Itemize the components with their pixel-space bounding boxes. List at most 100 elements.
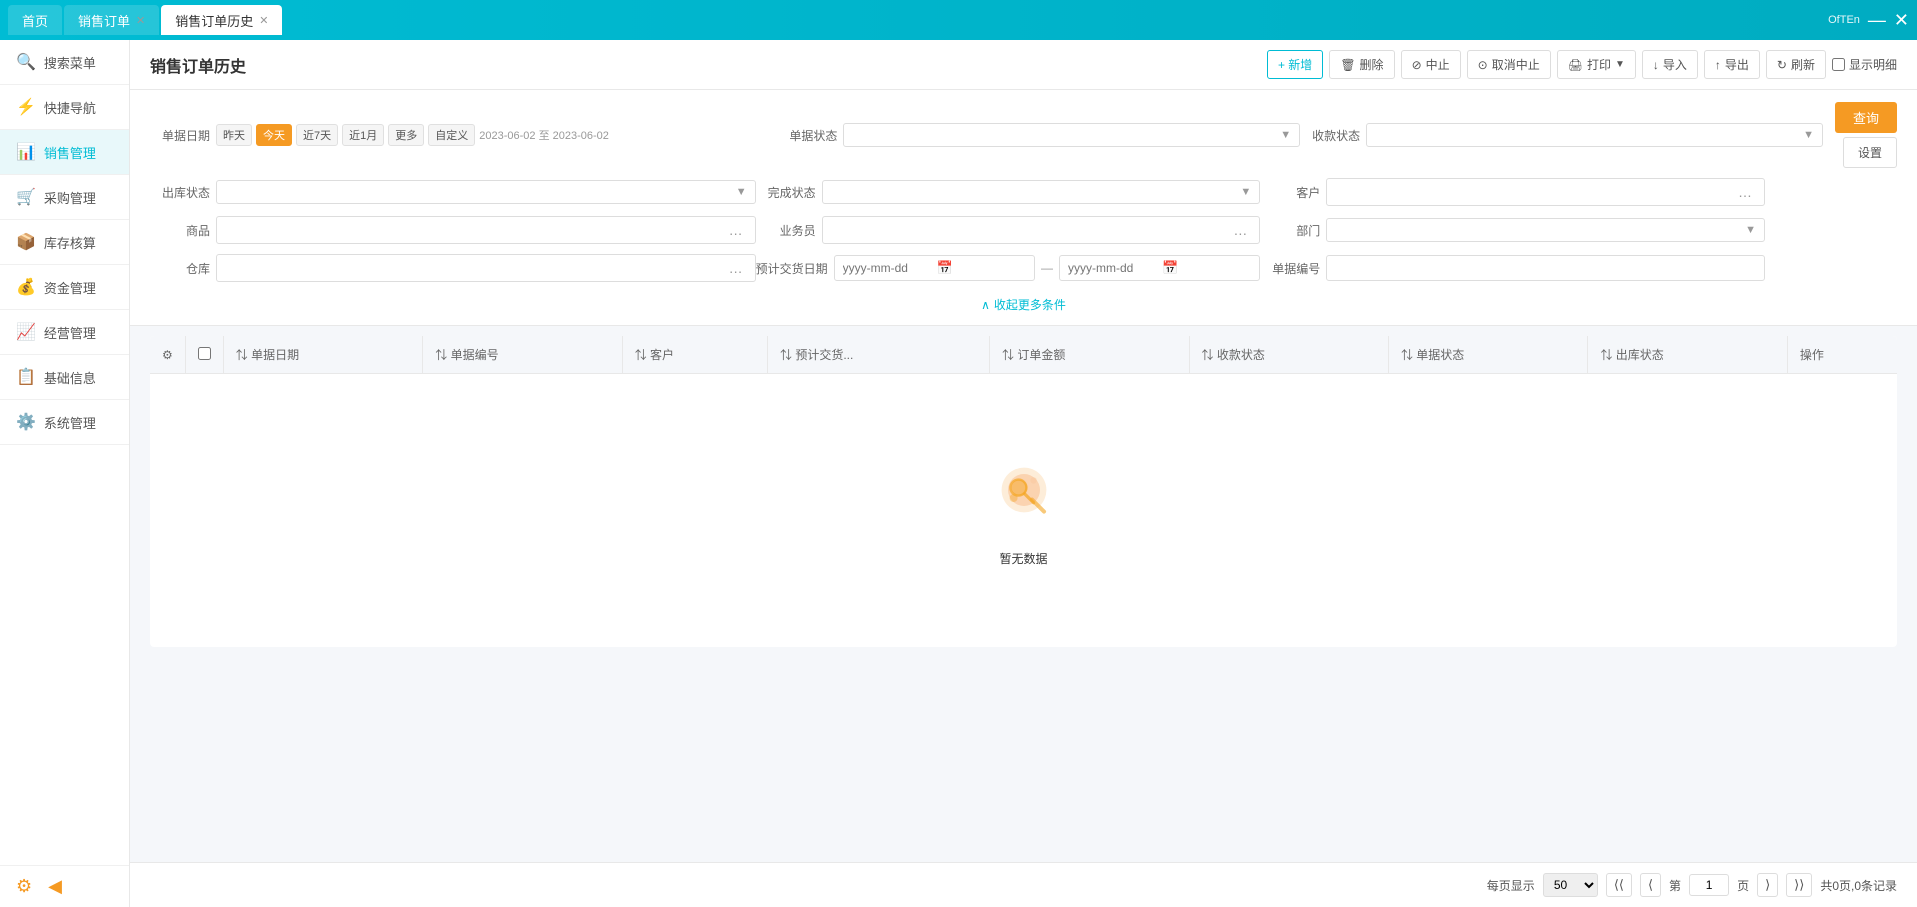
filter-row-4: 仓库 … 预计交货日期 📅 — 📅 [150, 254, 1897, 282]
filter-goods-select[interactable]: … [216, 216, 756, 244]
tab-sales-order-close[interactable]: ✕ [136, 14, 145, 27]
sidebar-bottom: ⚙ ◀ [0, 865, 129, 907]
th-receipt-status[interactable]: ⇅ 收款状态 [1189, 336, 1388, 374]
display-detail-checkbox[interactable]: 显示明细 [1832, 56, 1897, 73]
tab-sales-order[interactable]: 销售订单 ✕ [64, 5, 159, 35]
filter-out-status-select[interactable]: ▼ [216, 180, 756, 204]
sidebar-item-purchase-mgmt[interactable]: 🛒 采购管理 [0, 175, 129, 220]
first-page-button[interactable]: ⟨⟨ [1606, 873, 1632, 897]
sidebar-settings-icon[interactable]: ⚙ [16, 876, 32, 897]
delete-button-label: 删除 [1360, 56, 1384, 73]
filter-goods-dots[interactable]: … [725, 222, 747, 238]
th-customer[interactable]: ⇅ 客户 [622, 336, 767, 374]
sidebar-item-basic-info[interactable]: 📋 基础信息 [0, 355, 129, 400]
display-detail-input[interactable] [1832, 58, 1845, 71]
sidebar-item-finance[interactable]: 💰 资金管理 [0, 265, 129, 310]
th-bill-status[interactable]: ⇅ 单据状态 [1388, 336, 1587, 374]
filter-delivery-date-label: 预计交货日期 [756, 260, 828, 277]
sidebar-collapse-icon[interactable]: ◀ [48, 876, 62, 897]
last-page-button[interactable]: ⟩⟩ [1786, 873, 1812, 897]
filter-dept-select[interactable]: ▼ [1326, 218, 1765, 242]
stop-button[interactable]: ⊘ 中止 [1401, 50, 1461, 79]
content: 销售订单历史 + 新增 🗑 删除 ⊘ 中止 ⊙ 取消中止 🖨 [130, 40, 1917, 907]
prev-page-button[interactable]: ⟨ [1640, 873, 1661, 897]
filter-complete-status-arrow: ▼ [1240, 186, 1251, 198]
refresh-button[interactable]: ↻ 刷新 [1766, 50, 1826, 79]
filter-warehouse-select[interactable]: … [216, 254, 756, 282]
print-button[interactable]: 🖨 打印 ▼ [1557, 50, 1636, 79]
filter-bill-no-input[interactable] [1326, 255, 1765, 281]
sidebar-item-system[interactable]: ⚙️ 系统管理 [0, 400, 129, 445]
date-chip-today[interactable]: 今天 [256, 124, 292, 146]
tab-sales-order-history[interactable]: 销售订单历史 ✕ [161, 5, 282, 35]
date-chip-custom[interactable]: 自定义 [428, 124, 475, 146]
delivery-date-end-calendar[interactable]: 📅 [1162, 260, 1178, 276]
date-chip-7days[interactable]: 近7天 [296, 124, 338, 146]
export-button[interactable]: ↑ 导出 [1704, 50, 1760, 79]
th-order-amount[interactable]: ⇅ 订单金额 [990, 336, 1189, 374]
filter-dept: 部门 ▼ [1260, 218, 1765, 242]
date-chip-more[interactable]: 更多 [388, 124, 424, 146]
page-size-select[interactable]: 50 10 20 100 [1543, 873, 1598, 897]
cancel-stop-button[interactable]: ⊙ 取消中止 [1467, 50, 1551, 79]
date-range-text: 2023-06-02 至 2023-06-02 [479, 127, 609, 143]
filter-out-status-arrow: ▼ [736, 186, 747, 198]
system-icon: ⚙️ [16, 412, 36, 432]
th-settings[interactable]: ⚙ [150, 336, 185, 374]
filter-salesperson-select[interactable]: … [822, 216, 1261, 244]
filter-warehouse-dots[interactable]: … [725, 260, 747, 276]
stop-icon: ⊘ [1412, 58, 1422, 72]
th-checkbox[interactable] [185, 336, 223, 374]
sidebar-item-sales-mgmt[interactable]: 📊 销售管理 [0, 130, 129, 175]
sidebar-item-search-menu[interactable]: 🔍 搜索菜单 [0, 40, 129, 85]
sidebar-item-inventory[interactable]: 📦 库存核算 [0, 220, 129, 265]
new-button[interactable]: + 新增 [1267, 50, 1323, 79]
filter-bill-no: 单据编号 [1260, 255, 1765, 281]
date-chip-1month[interactable]: 近1月 [342, 124, 384, 146]
delivery-date-end-input[interactable] [1068, 261, 1158, 275]
refresh-icon: ↻ [1777, 58, 1787, 72]
import-button[interactable]: ↓ 导入 [1642, 50, 1698, 79]
sidebar-item-operations-label: 经营管理 [44, 323, 96, 342]
page-label: 第 [1669, 877, 1681, 894]
filter-bill-date-label: 单据日期 [150, 127, 210, 144]
search-menu-icon: 🔍 [16, 52, 36, 72]
window-close-button[interactable]: ✕ [1894, 10, 1909, 31]
print-icon: 🖨 [1568, 58, 1583, 72]
th-bill-date[interactable]: ⇅ 单据日期 [223, 336, 422, 374]
brand-label: OfTEn [1828, 14, 1860, 26]
query-button[interactable]: 查询 [1835, 102, 1897, 133]
filter-salesperson-dots[interactable]: … [1229, 222, 1251, 238]
th-out-status[interactable]: ⇅ 出库状态 [1588, 336, 1787, 374]
minimize-button[interactable]: — [1868, 10, 1886, 31]
cancel-stop-icon: ⊙ [1478, 58, 1488, 72]
table-gear-icon[interactable]: ⚙ [162, 348, 173, 362]
print-button-label: 打印 [1587, 56, 1611, 73]
collapse-more-button[interactable]: ∧ 收起更多条件 [150, 292, 1897, 313]
select-all-checkbox[interactable] [198, 347, 211, 360]
th-bill-no-label: ⇅ 单据编号 [435, 346, 498, 363]
sidebar-item-quick-nav[interactable]: ⚡ 快捷导航 [0, 85, 129, 130]
import-icon: ↓ [1653, 58, 1659, 72]
next-page-button[interactable]: ⟩ [1757, 873, 1778, 897]
date-chip-yesterday[interactable]: 昨天 [216, 124, 252, 146]
sidebar-item-purchase-mgmt-label: 采购管理 [44, 188, 96, 207]
th-bill-status-label: ⇅ 单据状态 [1401, 346, 1464, 363]
tab-sales-order-history-close[interactable]: ✕ [259, 14, 268, 27]
filter-complete-status-select[interactable]: ▼ [822, 180, 1261, 204]
delivery-date-start-input[interactable] [843, 261, 933, 275]
sidebar-item-operations[interactable]: 📈 经营管理 [0, 310, 129, 355]
tab-home[interactable]: 首页 [8, 5, 62, 35]
delete-button[interactable]: 🗑 删除 [1329, 50, 1394, 79]
page-size-label: 每页显示 [1487, 877, 1535, 894]
filter-customer-dots[interactable]: … [1734, 184, 1756, 200]
th-delivery-date[interactable]: ⇅ 预计交货... [767, 336, 989, 374]
th-bill-no[interactable]: ⇅ 单据编号 [423, 336, 622, 374]
th-receipt-status-label: ⇅ 收款状态 [1202, 346, 1265, 363]
filter-bill-status-select[interactable]: ▼ [843, 123, 1300, 147]
delivery-date-start-calendar[interactable]: 📅 [937, 260, 953, 276]
filter-customer-select[interactable]: … [1326, 178, 1765, 206]
set-button[interactable]: 设置 [1843, 137, 1897, 168]
filter-receipt-status-select[interactable]: ▼ [1366, 123, 1823, 147]
page-input[interactable] [1689, 874, 1729, 896]
